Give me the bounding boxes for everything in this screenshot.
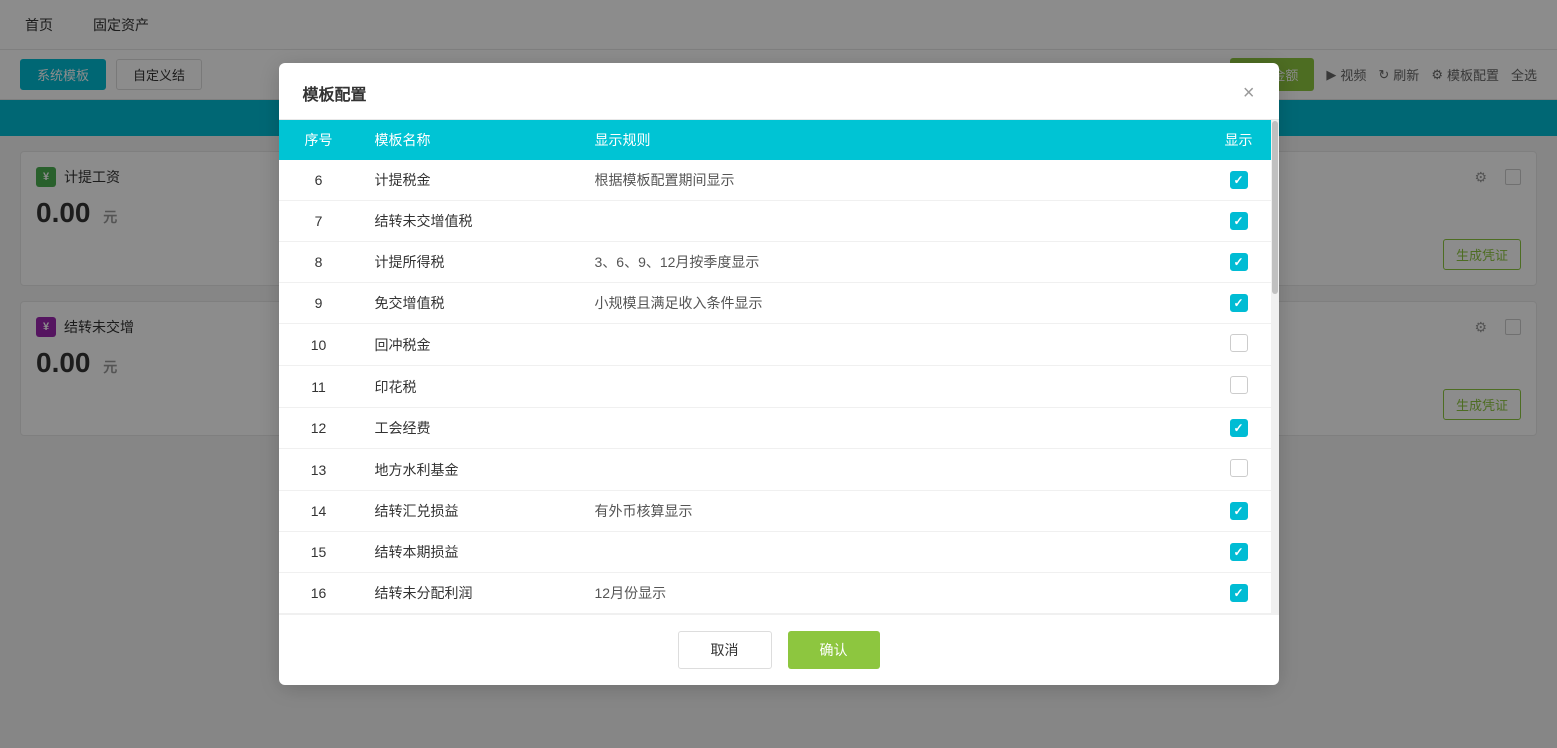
cell-seq: 12 — [279, 408, 359, 449]
col-header-name: 模板名称 — [359, 120, 579, 160]
cell-rule: 3、6、9、12月按季度显示 — [579, 242, 1199, 283]
table-row: 10回冲税金 — [279, 324, 1279, 366]
col-header-rule: 显示规则 — [579, 120, 1199, 160]
modal-template-config: 模板配置 × 序号 模板名称 显示规则 显示 6计提税金根据模板配置期间显 — [279, 63, 1279, 685]
cell-rule: 12月份显示 — [579, 573, 1199, 614]
cell-seq: 15 — [279, 532, 359, 573]
cell-seq: 8 — [279, 242, 359, 283]
cell-checkbox[interactable] — [1199, 449, 1279, 491]
cell-checkbox[interactable] — [1199, 242, 1279, 283]
cell-checkbox[interactable] — [1199, 408, 1279, 449]
cell-rule — [579, 449, 1199, 491]
table-row: 16结转未分配利润12月份显示 — [279, 573, 1279, 614]
table-row: 14结转汇兑损益有外币核算显示 — [279, 491, 1279, 532]
checkbox-checked[interactable] — [1230, 543, 1248, 561]
table-row: 11印花税 — [279, 366, 1279, 408]
table-row: 9免交增值税小规模且满足收入条件显示 — [279, 283, 1279, 324]
table-row: 13地方水利基金 — [279, 449, 1279, 491]
cell-rule — [579, 201, 1199, 242]
cell-name: 印花税 — [359, 366, 579, 408]
modal-close-button[interactable]: × — [1243, 83, 1255, 103]
cell-seq: 14 — [279, 491, 359, 532]
cell-name: 工会经费 — [359, 408, 579, 449]
cell-rule: 小规模且满足收入条件显示 — [579, 283, 1199, 324]
cell-rule — [579, 366, 1199, 408]
cell-name: 结转本期损益 — [359, 532, 579, 573]
cell-checkbox[interactable] — [1199, 532, 1279, 573]
cell-checkbox[interactable] — [1199, 283, 1279, 324]
checkbox-unchecked[interactable] — [1230, 376, 1248, 394]
col-header-seq: 序号 — [279, 120, 359, 160]
cell-seq: 11 — [279, 366, 359, 408]
scrollbar-thumb[interactable] — [1272, 121, 1278, 294]
modal-title: 模板配置 — [303, 81, 367, 105]
checkbox-unchecked[interactable] — [1230, 459, 1248, 477]
cancel-button[interactable]: 取消 — [678, 631, 772, 669]
modal-header: 模板配置 × — [279, 63, 1279, 120]
modal-overlay: 模板配置 × 序号 模板名称 显示规则 显示 6计提税金根据模板配置期间显 — [0, 0, 1557, 748]
cell-name: 免交增值税 — [359, 283, 579, 324]
table-row: 6计提税金根据模板配置期间显示 — [279, 160, 1279, 201]
cell-seq: 6 — [279, 160, 359, 201]
cell-checkbox[interactable] — [1199, 573, 1279, 614]
cell-name: 回冲税金 — [359, 324, 579, 366]
modal-footer: 取消 确认 — [279, 614, 1279, 685]
cell-name: 结转汇兑损益 — [359, 491, 579, 532]
checkbox-checked[interactable] — [1230, 294, 1248, 312]
table-row: 7结转未交增值税 — [279, 201, 1279, 242]
cell-checkbox[interactable] — [1199, 366, 1279, 408]
cell-seq: 10 — [279, 324, 359, 366]
cell-checkbox[interactable] — [1199, 201, 1279, 242]
modal-table: 序号 模板名称 显示规则 显示 6计提税金根据模板配置期间显示7结转未交增值税8… — [279, 120, 1279, 614]
table-row: 12工会经费 — [279, 408, 1279, 449]
checkbox-unchecked[interactable] — [1230, 334, 1248, 352]
cell-checkbox[interactable] — [1199, 491, 1279, 532]
config-table: 序号 模板名称 显示规则 显示 6计提税金根据模板配置期间显示7结转未交增值税8… — [279, 120, 1279, 614]
cell-rule: 有外币核算显示 — [579, 491, 1199, 532]
cell-checkbox[interactable] — [1199, 160, 1279, 201]
scrollbar-track[interactable] — [1271, 120, 1279, 614]
checkbox-checked[interactable] — [1230, 502, 1248, 520]
checkbox-checked[interactable] — [1230, 171, 1248, 189]
cell-rule: 根据模板配置期间显示 — [579, 160, 1199, 201]
cell-name: 地方水利基金 — [359, 449, 579, 491]
modal-table-wrap: 序号 模板名称 显示规则 显示 6计提税金根据模板配置期间显示7结转未交增值税8… — [279, 120, 1279, 614]
cell-seq: 9 — [279, 283, 359, 324]
checkbox-checked[interactable] — [1230, 253, 1248, 271]
cell-seq: 13 — [279, 449, 359, 491]
table-row: 8计提所得税3、6、9、12月按季度显示 — [279, 242, 1279, 283]
checkbox-checked[interactable] — [1230, 584, 1248, 602]
cell-name: 结转未交增值税 — [359, 201, 579, 242]
cell-seq: 7 — [279, 201, 359, 242]
cell-name: 计提税金 — [359, 160, 579, 201]
col-header-display: 显示 — [1199, 120, 1279, 160]
checkbox-checked[interactable] — [1230, 212, 1248, 230]
cell-checkbox[interactable] — [1199, 324, 1279, 366]
table-row: 15结转本期损益 — [279, 532, 1279, 573]
checkbox-checked[interactable] — [1230, 419, 1248, 437]
cell-name: 计提所得税 — [359, 242, 579, 283]
cell-seq: 16 — [279, 573, 359, 614]
confirm-button[interactable]: 确认 — [788, 631, 880, 669]
cell-rule — [579, 408, 1199, 449]
cell-rule — [579, 532, 1199, 573]
cell-name: 结转未分配利润 — [359, 573, 579, 614]
cell-rule — [579, 324, 1199, 366]
